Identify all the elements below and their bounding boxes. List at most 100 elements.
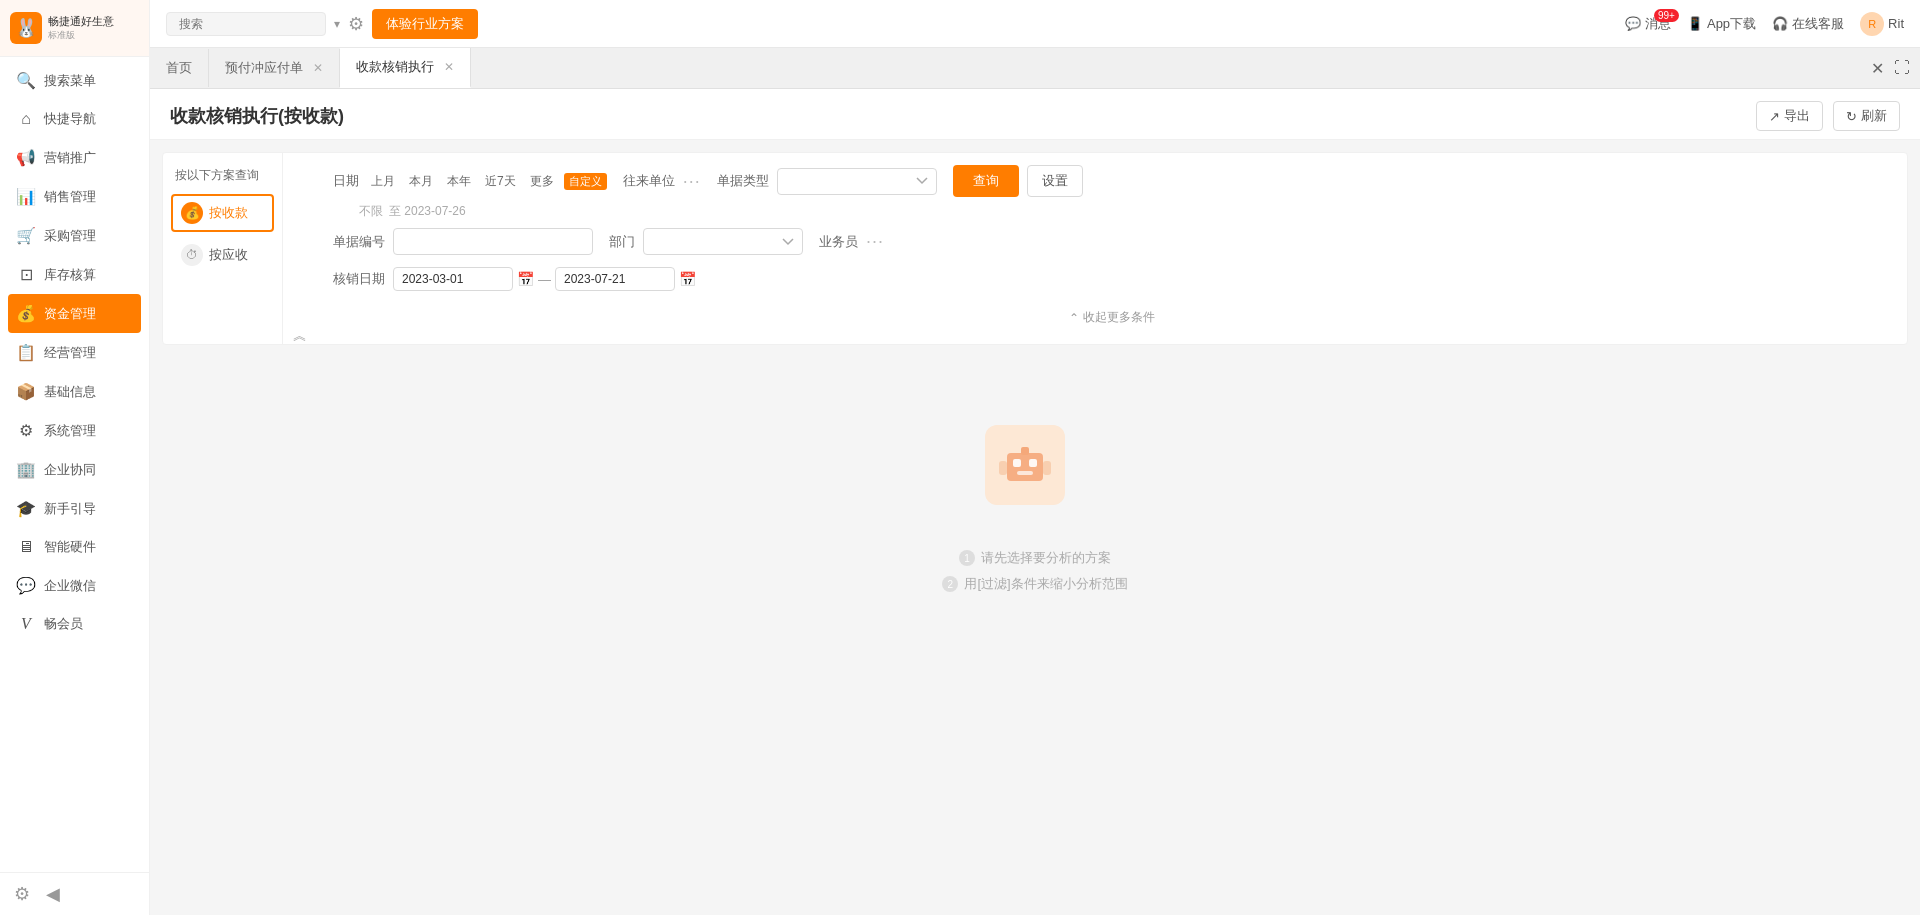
staff-filter-field: 业务员 ···: [819, 231, 884, 252]
svg-rect-2: [1029, 459, 1037, 467]
query-button[interactable]: 查询: [953, 165, 1019, 197]
empty-icon: [985, 425, 1085, 525]
topbar-search-input[interactable]: [166, 12, 326, 36]
sidebar-item-label: 营销推广: [44, 149, 96, 167]
sidebar-item-quick-nav[interactable]: ⌂ 快捷导航: [0, 100, 149, 138]
tabs-actions: ✕ ⛶: [1861, 59, 1920, 78]
page-header: 收款核销执行(按收款) ↗ 导出 ↻ 刷新: [150, 89, 1920, 140]
tab-receipt-verify[interactable]: 收款核销执行 ✕: [340, 48, 471, 88]
sidebar-item-label: 采购管理: [44, 227, 96, 245]
sidebar-item-label: 新手引导: [44, 500, 96, 518]
app-download-link[interactable]: 📱 App下载: [1687, 15, 1756, 33]
date-custom-badge[interactable]: 自定义: [564, 173, 607, 190]
docno-filter-field: 单据编号: [333, 228, 593, 255]
sidebar-item-smart-hw[interactable]: 🖥 智能硬件: [0, 528, 149, 566]
topbar: ▾ ⚙ 体验行业方案 💬 消息 99+ 📱 App下载 🎧 在线客服 R Rit: [150, 0, 1920, 48]
dept-label: 部门: [609, 233, 635, 251]
tab-receipt-verify-close-icon[interactable]: ✕: [444, 60, 454, 74]
filter-option-by-receivable[interactable]: ⏱ 按应收: [163, 234, 282, 276]
online-service-link[interactable]: 🎧 在线客服: [1772, 15, 1844, 33]
verify-date-start-cal-icon[interactable]: 📅: [517, 271, 534, 287]
sidebar-item-enterprise[interactable]: 🏢 企业协同: [0, 450, 149, 489]
sidebar-item-system[interactable]: ⚙ 系统管理: [0, 411, 149, 450]
date-shortcut-last-month[interactable]: 上月: [367, 171, 399, 192]
sidebar-item-label: 资金管理: [44, 305, 96, 323]
collapse-sidebar-icon[interactable]: ◀: [46, 883, 60, 905]
sidebar-item-label: 系统管理: [44, 422, 96, 440]
sidebar-item-inventory[interactable]: ⊡ 库存核算: [0, 255, 149, 294]
sidebar-item-label: 畅会员: [44, 615, 83, 633]
filter-row-2: 单据编号 部门 业务员 ···: [333, 228, 1891, 255]
sidebar-logo: 🐰 畅捷通好生意 标准版: [0, 0, 149, 57]
weixin-icon: 💬: [16, 576, 36, 595]
settings-bottom-icon[interactable]: ⚙: [14, 883, 30, 905]
refresh-label: 刷新: [1861, 107, 1887, 125]
app-name: 畅捷通好生意: [48, 14, 114, 28]
sidebar-item-label: 基础信息: [44, 383, 96, 401]
solution-button[interactable]: 体验行业方案: [372, 9, 478, 39]
filter-scheme-sidebar: 按以下方案查询 💰 按收款 ⏱ 按应收: [163, 153, 283, 344]
page-title: 收款核销执行(按收款): [170, 104, 344, 128]
user-name: Rit: [1888, 16, 1904, 31]
empty-state: 1 请先选择要分析的方案 2 用[过滤]条件来缩小分析范围: [150, 345, 1920, 673]
sidebar-item-search[interactable]: 🔍 搜索菜单: [0, 61, 149, 100]
docno-input[interactable]: [393, 228, 593, 255]
filter-panel: 按以下方案查询 💰 按收款 ⏱ 按应收 《 日期: [162, 152, 1908, 345]
empty-hint-1-text: 请先选择要分析的方案: [981, 549, 1111, 567]
dept-select[interactable]: [643, 228, 803, 255]
doctype-select[interactable]: [777, 168, 937, 195]
verify-date-end-input[interactable]: [555, 267, 675, 291]
tab-home[interactable]: 首页: [150, 49, 209, 87]
filter-option-by-receipt[interactable]: 💰 按收款: [171, 194, 274, 232]
sidebar-item-label: 企业协同: [44, 461, 96, 479]
date-shortcut-more[interactable]: 更多: [526, 171, 558, 192]
filter-option-by-receivable-label: 按应收: [209, 246, 248, 264]
tab-prepay-close-icon[interactable]: ✕: [313, 61, 323, 75]
collapse-more-button[interactable]: ⌃ 收起更多条件: [345, 303, 1879, 332]
guide-icon: 🎓: [16, 499, 36, 518]
sidebar-item-basic-info[interactable]: 📦 基础信息: [0, 372, 149, 411]
empty-robot-icon: [985, 425, 1065, 505]
setting-button[interactable]: 设置: [1027, 165, 1083, 197]
filter-collapse-icon[interactable]: 《: [283, 153, 317, 344]
sidebar-item-marketing[interactable]: 📢 营销推广: [0, 138, 149, 177]
sidebar-item-member[interactable]: V 畅会员: [0, 605, 149, 643]
sidebar-item-weixin[interactable]: 💬 企业微信: [0, 566, 149, 605]
user-profile[interactable]: R Rit: [1860, 12, 1904, 36]
main-area: ▾ ⚙ 体验行业方案 💬 消息 99+ 📱 App下载 🎧 在线客服 R Rit: [150, 0, 1920, 915]
content-area: 收款核销执行(按收款) ↗ 导出 ↻ 刷新 按以下方案查询 💰 按收款: [150, 89, 1920, 915]
tab-prepay[interactable]: 预付冲应付单 ✕: [209, 49, 340, 87]
message-badge: 99+: [1654, 9, 1679, 22]
smart-hw-icon: 🖥: [16, 538, 36, 556]
sidebar-item-guide[interactable]: 🎓 新手引导: [0, 489, 149, 528]
finance-icon: 💰: [16, 304, 36, 323]
verify-date-end-cal-icon[interactable]: 📅: [679, 271, 696, 287]
purchase-icon: 🛒: [16, 226, 36, 245]
logo-icon: 🐰: [10, 12, 42, 44]
date-shortcut-7days[interactable]: 近7天: [481, 171, 520, 192]
topbar-search-arrow-icon[interactable]: ▾: [334, 17, 340, 31]
verify-date-start-input[interactable]: [393, 267, 513, 291]
message-button[interactable]: 💬 消息 99+: [1625, 15, 1671, 33]
tab-close-all-icon[interactable]: ✕: [1871, 59, 1884, 78]
sidebar-item-finance[interactable]: 💰 资金管理: [8, 294, 141, 333]
sidebar-item-sales[interactable]: 📊 销售管理: [0, 177, 149, 216]
topbar-gear-icon[interactable]: ⚙: [348, 13, 364, 35]
partner-filter-field: 往来单位 ···: [623, 171, 701, 192]
date-filter-label: 日期: [333, 172, 359, 190]
sidebar-nav: 🔍 搜索菜单 ⌂ 快捷导航 📢 营销推广 📊 销售管理 🛒 采购管理 ⊡ 库存核…: [0, 57, 149, 872]
tab-expand-icon[interactable]: ⛶: [1894, 59, 1910, 77]
app-edition: 标准版: [48, 29, 114, 42]
sidebar-item-operation[interactable]: 📋 经营管理: [0, 333, 149, 372]
export-button[interactable]: ↗ 导出: [1756, 101, 1823, 131]
date-shortcut-this-month[interactable]: 本月: [405, 171, 437, 192]
sidebar-item-purchase[interactable]: 🛒 采购管理: [0, 216, 149, 255]
date-shortcut-this-year[interactable]: 本年: [443, 171, 475, 192]
message-icon: 💬: [1625, 16, 1641, 31]
docno-label: 单据编号: [333, 233, 385, 251]
receivable-icon: ⏱: [181, 244, 203, 266]
date-to-label: 至 2023-07-26: [389, 203, 466, 220]
operation-icon: 📋: [16, 343, 36, 362]
enterprise-icon: 🏢: [16, 460, 36, 479]
refresh-button[interactable]: ↻ 刷新: [1833, 101, 1900, 131]
